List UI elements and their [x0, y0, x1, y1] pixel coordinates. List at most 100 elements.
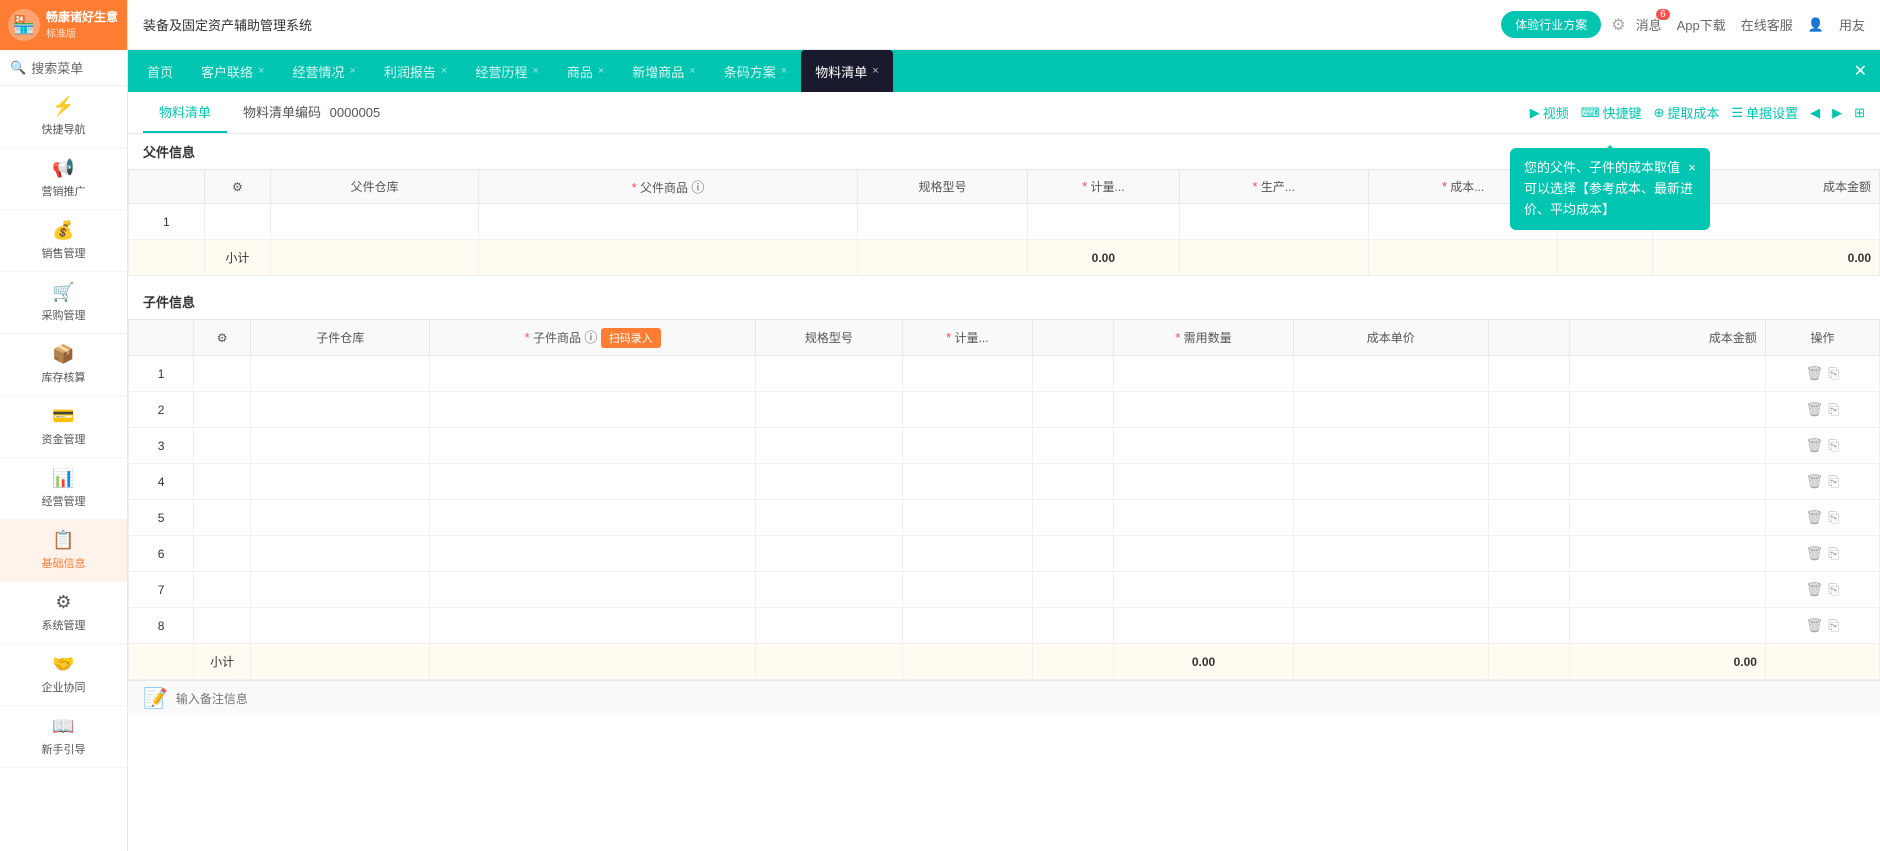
sidebar-item-guide[interactable]: 📖 新手引导 [0, 706, 127, 768]
parent-row-warehouse[interactable] [270, 204, 478, 240]
child-row-qty[interactable] [1114, 464, 1293, 500]
child-row-qty[interactable] [1114, 392, 1293, 428]
tab-profit-close[interactable]: × [441, 65, 447, 77]
tab-barcode-close[interactable]: × [781, 65, 787, 77]
child-table-row[interactable]: 5 🗑 ⎘ [129, 500, 1880, 536]
child-row-unit[interactable] [902, 536, 1032, 572]
delete-icon[interactable]: 🗑 [1805, 437, 1823, 454]
child-row-product[interactable] [430, 356, 756, 392]
child-row-unit-cost[interactable] [1293, 608, 1488, 644]
sidebar-item-system[interactable]: ⚙ 系统管理 [0, 582, 127, 644]
child-table-row[interactable]: 4 🗑 ⎘ [129, 464, 1880, 500]
child-row-spec[interactable] [756, 356, 903, 392]
child-table-row[interactable]: 3 🗑 ⎘ [129, 428, 1880, 464]
settings-icon[interactable]: ⚙ [1611, 15, 1625, 35]
online-service-link[interactable]: 在线客服 [1741, 15, 1793, 34]
child-row-spec[interactable] [756, 392, 903, 428]
child-row-warehouse[interactable] [251, 356, 430, 392]
child-row-warehouse[interactable] [251, 392, 430, 428]
tab-customer[interactable]: 客户联络 × [187, 50, 278, 92]
child-table-row[interactable]: 8 🗑 ⎘ [129, 608, 1880, 644]
child-row-unit-cost[interactable] [1293, 536, 1488, 572]
child-row-qty[interactable] [1114, 608, 1293, 644]
child-row-spec[interactable] [756, 572, 903, 608]
child-row-unit[interactable] [902, 608, 1032, 644]
single-settings-button[interactable]: ☰ 单据设置 [1731, 103, 1798, 122]
sidebar-item-basic-info[interactable]: 📋 基础信息 [0, 520, 127, 582]
tab-customer-close[interactable]: × [258, 65, 264, 77]
nav-prev-button[interactable]: ◀ [1810, 105, 1820, 121]
sidebar-item-purchase[interactable]: 🛒 采购管理 [0, 272, 127, 334]
child-row-spec[interactable] [756, 428, 903, 464]
child-row-warehouse[interactable] [251, 464, 430, 500]
parent-row-unit[interactable] [1028, 204, 1179, 240]
child-row-warehouse[interactable] [251, 500, 430, 536]
copy-icon[interactable]: ⎘ [1828, 545, 1839, 562]
tab-history[interactable]: 经营历程 × [461, 50, 552, 92]
copy-icon[interactable]: ⎘ [1828, 509, 1839, 526]
tab-new-product-close[interactable]: × [689, 65, 695, 77]
child-row-unit-cost[interactable] [1293, 392, 1488, 428]
delete-icon[interactable]: 🗑 [1805, 365, 1823, 382]
child-row-unit[interactable] [902, 464, 1032, 500]
app-download-link[interactable]: App下载 [1677, 15, 1726, 34]
child-row-unit-cost[interactable] [1293, 356, 1488, 392]
child-row-spec[interactable] [756, 464, 903, 500]
tab-product-close[interactable]: × [598, 65, 604, 77]
child-table-row[interactable]: 7 🗑 ⎘ [129, 572, 1880, 608]
child-row-product[interactable] [430, 428, 756, 464]
child-row-warehouse[interactable] [251, 428, 430, 464]
child-row-unit[interactable] [902, 428, 1032, 464]
copy-icon[interactable]: ⎘ [1828, 581, 1839, 598]
sidebar-item-finance[interactable]: 💳 资金管理 [0, 396, 127, 458]
sidebar-item-marketing[interactable]: 📢 营销推广 [0, 148, 127, 210]
child-row-unit-cost[interactable] [1293, 572, 1488, 608]
child-row-spec[interactable] [756, 536, 903, 572]
child-row-unit[interactable] [902, 572, 1032, 608]
tab-history-close[interactable]: × [532, 65, 538, 77]
tab-product[interactable]: 商品 × [553, 50, 618, 92]
child-row-warehouse[interactable] [251, 572, 430, 608]
shortcut-button[interactable]: ⌨ 快捷键 [1581, 103, 1642, 122]
sidebar-item-enterprise[interactable]: 🤝 企业协同 [0, 644, 127, 706]
child-row-product[interactable] [430, 608, 756, 644]
sidebar-item-inventory[interactable]: 📦 库存核算 [0, 334, 127, 396]
child-row-spec[interactable] [756, 500, 903, 536]
sub-tab-bom-list[interactable]: 物料清单 [143, 92, 227, 133]
child-table-row[interactable]: 2 🗑 ⎘ [129, 392, 1880, 428]
copy-icon[interactable]: ⎘ [1828, 401, 1839, 418]
parent-row-production[interactable] [1179, 204, 1368, 240]
child-row-unit-cost[interactable] [1293, 428, 1488, 464]
trial-button[interactable]: 体验行业方案 [1501, 11, 1601, 38]
tab-profit[interactable]: 利润报告 × [370, 50, 461, 92]
tab-business-close[interactable]: × [349, 65, 355, 77]
tab-bom[interactable]: 物料清单 × [801, 50, 892, 92]
view-button[interactable]: ▶ 视频 [1530, 103, 1569, 122]
sidebar-search[interactable]: 🔍 搜索菜单 [0, 50, 127, 86]
child-row-unit[interactable] [902, 356, 1032, 392]
parent-th-settings[interactable]: ⚙ [204, 170, 270, 204]
child-row-spec[interactable] [756, 608, 903, 644]
scan-button[interactable]: 扫码录入 [601, 328, 661, 348]
sub-tab-bom-code[interactable]: 物料清单编码 0000005 [227, 92, 396, 133]
delete-icon[interactable]: 🗑 [1805, 509, 1823, 526]
sidebar-item-quick-nav[interactable]: ⚡ 快捷导航 [0, 86, 127, 148]
copy-icon[interactable]: ⎘ [1828, 437, 1839, 454]
tab-bom-close[interactable]: × [872, 65, 878, 77]
sidebar-item-management[interactable]: 📊 经营管理 [0, 458, 127, 520]
memo-input[interactable] [176, 692, 1865, 706]
parent-row-spec[interactable] [857, 204, 1027, 240]
copy-icon[interactable]: ⎘ [1828, 473, 1839, 490]
child-row-warehouse[interactable] [251, 536, 430, 572]
delete-icon[interactable]: 🗑 [1805, 473, 1823, 490]
copy-icon[interactable]: ⎘ [1828, 365, 1839, 382]
delete-icon[interactable]: 🗑 [1805, 617, 1823, 634]
child-row-unit-cost[interactable] [1293, 500, 1488, 536]
tab-new-product[interactable]: 新增商品 × [618, 50, 709, 92]
child-row-unit[interactable] [902, 500, 1032, 536]
child-row-unit[interactable] [902, 392, 1032, 428]
expand-button[interactable]: ⊞ [1854, 105, 1865, 121]
child-row-product[interactable] [430, 392, 756, 428]
child-row-qty[interactable] [1114, 356, 1293, 392]
delete-icon[interactable]: 🗑 [1805, 581, 1823, 598]
